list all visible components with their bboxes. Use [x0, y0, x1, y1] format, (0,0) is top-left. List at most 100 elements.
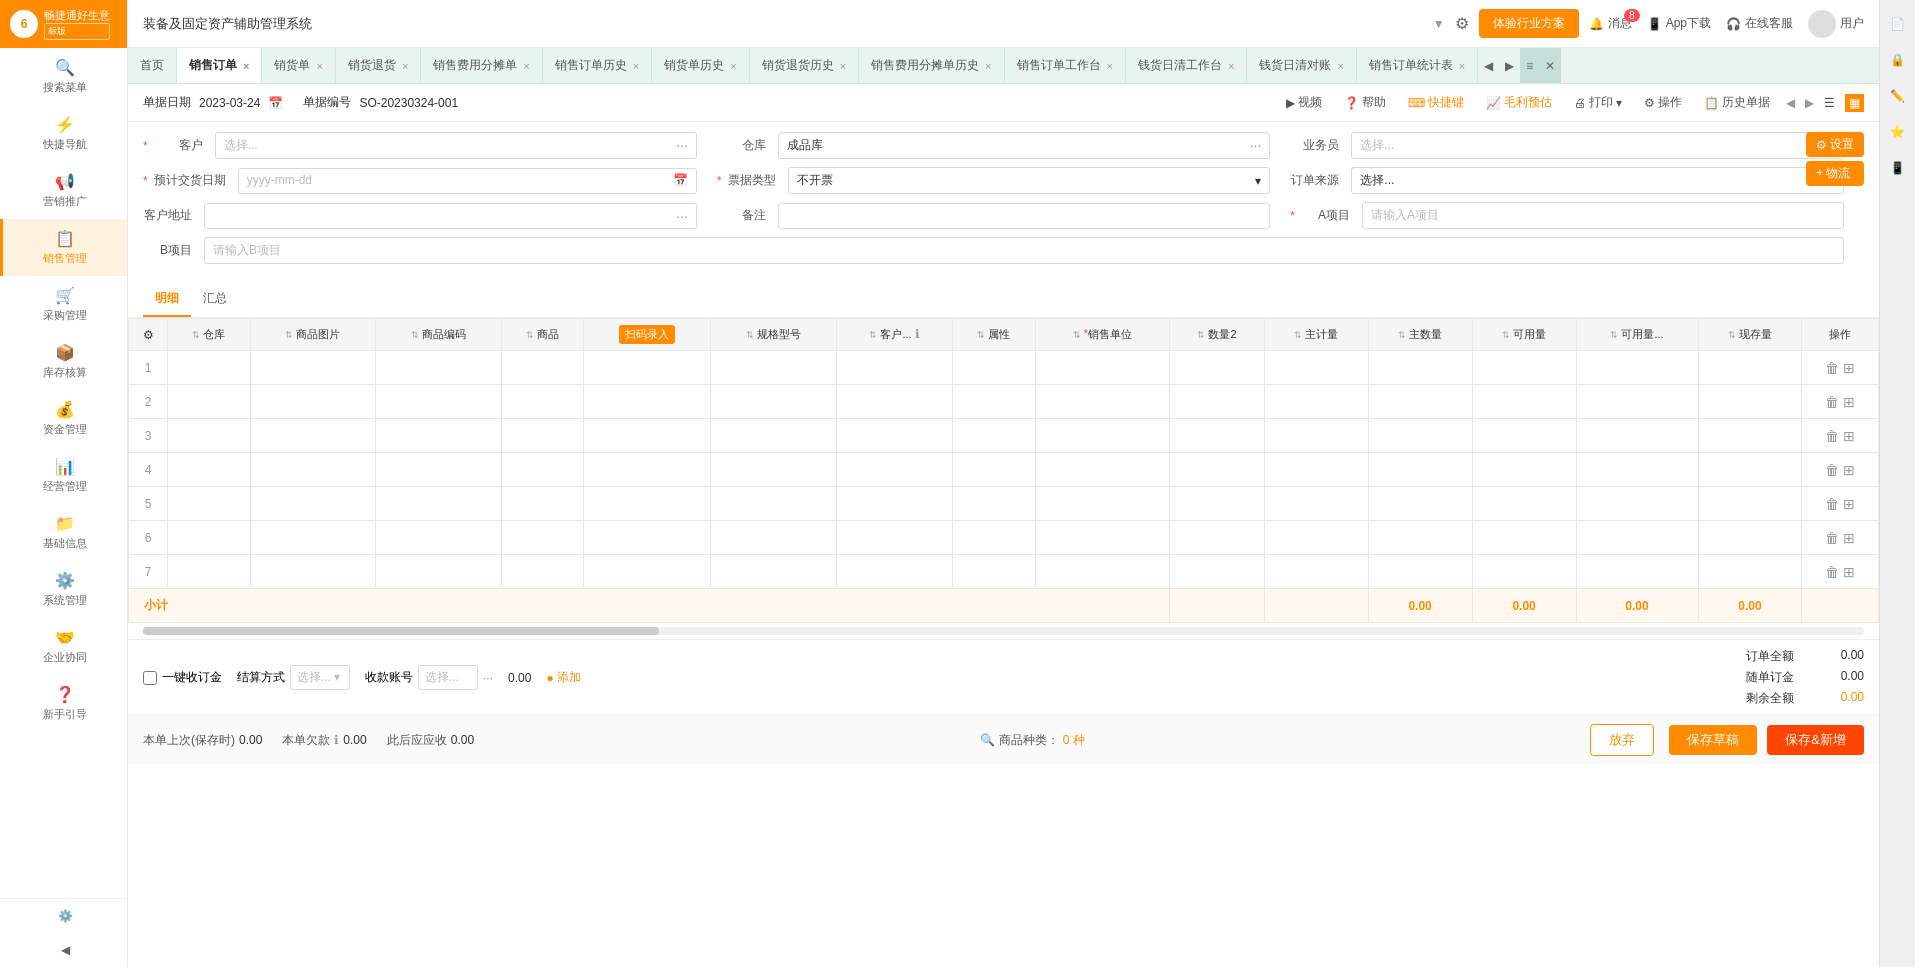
- ticket-select[interactable]: 不开票 ▾: [788, 167, 1270, 194]
- sidebar-item-basic[interactable]: 📁 基础信息: [0, 504, 127, 561]
- tab-fee-history[interactable]: 销售费用分摊单历史 ×: [859, 48, 1004, 84]
- th-attr[interactable]: ⇅ 属性: [953, 319, 1035, 351]
- sidebar-settings[interactable]: ⚙️: [0, 899, 127, 933]
- online-support-item[interactable]: 🎧 在线客服: [1726, 15, 1793, 32]
- warehouse-input[interactable]: 成品库 ···: [778, 132, 1271, 159]
- prev-record-btn[interactable]: ◀: [1786, 96, 1795, 110]
- notification-item[interactable]: 🔔 8 消息: [1589, 15, 1632, 32]
- copy-icon[interactable]: ⊞: [1843, 428, 1855, 444]
- order-source-select[interactable]: 选择... ▾: [1351, 167, 1844, 194]
- b-project-input[interactable]: 请输入B项目: [204, 237, 1844, 264]
- history-btn[interactable]: 📋 历史单据: [1698, 92, 1776, 113]
- tab-order-history[interactable]: 销售订单历史 ×: [543, 48, 652, 84]
- copy-icon[interactable]: ⊞: [1843, 530, 1855, 546]
- sidebar-item-guide[interactable]: ❓ 新手引导: [0, 675, 127, 732]
- tab-fee-history-close[interactable]: ×: [985, 60, 991, 72]
- th-spec[interactable]: ⇅ 规格型号: [711, 319, 837, 351]
- delete-icon[interactable]: 🗑: [1825, 530, 1839, 546]
- th-sales-unit[interactable]: ⇅ *销售单位: [1035, 319, 1170, 351]
- th-product-image[interactable]: ⇅ 商品图片: [250, 319, 376, 351]
- tab-sales-order-close[interactable]: ×: [243, 60, 249, 72]
- one-click-checkbox[interactable]: [143, 671, 157, 685]
- product-count-val[interactable]: 0 种: [1063, 732, 1085, 749]
- th-avail2[interactable]: ⇅ 可用量...: [1576, 319, 1698, 351]
- copy-icon[interactable]: ⊞: [1843, 564, 1855, 580]
- gear-icon[interactable]: ⚙: [1455, 14, 1469, 33]
- delete-icon[interactable]: 🗑: [1825, 564, 1839, 580]
- add-payment-btn[interactable]: ● 添加: [546, 669, 580, 686]
- barcode-scan-btn[interactable]: 扫码录入: [619, 325, 675, 344]
- sidebar-item-quick[interactable]: ⚡ 快捷导航: [0, 105, 127, 162]
- customer-input[interactable]: 选择... ···: [215, 132, 697, 159]
- tab-daily-workbench[interactable]: 钱货日清工作台 ×: [1126, 48, 1247, 84]
- user-item[interactable]: 用户: [1808, 10, 1864, 38]
- calendar-icon[interactable]: 📅: [268, 96, 283, 110]
- row-customer-1[interactable]: [836, 351, 952, 385]
- discard-button[interactable]: 放弃: [1590, 724, 1654, 756]
- th-main-qty[interactable]: ⇅ 主数量: [1368, 319, 1472, 351]
- tab-home[interactable]: 首页: [128, 48, 177, 84]
- th-qty2[interactable]: ⇅ 数量2: [1170, 319, 1264, 351]
- row-code-1[interactable]: [376, 351, 502, 385]
- a-project-input[interactable]: 请输入A项目: [1362, 202, 1844, 229]
- rs-doc-icon[interactable]: 📄: [1884, 10, 1912, 38]
- tab-prev-btn[interactable]: ◀: [1478, 48, 1499, 84]
- payment-method-select[interactable]: 选择... ▾: [290, 665, 350, 690]
- row-main-qty-1[interactable]: [1368, 351, 1472, 385]
- row-unit-1[interactable]: [1035, 351, 1170, 385]
- operation-btn[interactable]: ⚙ 操作: [1638, 92, 1688, 113]
- next-record-btn[interactable]: ▶: [1805, 96, 1814, 110]
- tab-more-btn[interactable]: ≡: [1520, 48, 1539, 84]
- print-btn[interactable]: 🖨 打印 ▾: [1568, 92, 1628, 113]
- settings-button[interactable]: ⚙ 设置: [1806, 132, 1864, 157]
- tab-goods-history[interactable]: 销货单历史 ×: [652, 48, 749, 84]
- tab-order-stats-close[interactable]: ×: [1459, 60, 1465, 72]
- tab-detail[interactable]: 明细: [143, 282, 191, 317]
- copy-icon[interactable]: ⊞: [1843, 360, 1855, 376]
- list-view-btn[interactable]: ☰: [1824, 96, 1835, 110]
- tab-sales-order[interactable]: 销售订单 ×: [177, 48, 262, 84]
- sidebar-item-stock[interactable]: 📦 库存核算: [0, 333, 127, 390]
- tab-fee-split-close[interactable]: ×: [523, 60, 529, 72]
- sidebar-item-enterprise[interactable]: 🤝 企业协同: [0, 618, 127, 675]
- th-main-unit[interactable]: ⇅ 主计量: [1264, 319, 1368, 351]
- row-warehouse-1[interactable]: [168, 351, 250, 385]
- salesperson-input[interactable]: 选择... ···: [1351, 132, 1844, 159]
- tab-sales-return-close[interactable]: ×: [402, 60, 408, 72]
- save-draft-button[interactable]: 保存草稿: [1669, 725, 1757, 755]
- tab-goods-history-close[interactable]: ×: [730, 60, 736, 72]
- th-avail[interactable]: ⇅ 可用量: [1472, 319, 1576, 351]
- sidebar-item-search[interactable]: 🔍 搜索菜单: [0, 48, 127, 105]
- tab-daily-workbench-close[interactable]: ×: [1228, 60, 1234, 72]
- tab-order-stats[interactable]: 销售订单统计表 ×: [1357, 48, 1478, 84]
- tab-sales-goods-close[interactable]: ×: [316, 60, 322, 72]
- delete-icon[interactable]: 🗑: [1825, 496, 1839, 512]
- delete-icon[interactable]: 🗑: [1825, 394, 1839, 410]
- tab-sales-return[interactable]: 销货退货 ×: [336, 48, 421, 84]
- app-download-item[interactable]: 📱 App下载: [1647, 15, 1711, 32]
- grid-view-btn[interactable]: ▦: [1845, 94, 1864, 112]
- tab-return-history[interactable]: 销货退货历史 ×: [750, 48, 859, 84]
- save-new-button[interactable]: 保存&新增: [1767, 725, 1864, 755]
- sidebar-collapse[interactable]: ◀: [0, 933, 127, 967]
- th-barcode[interactable]: 扫码录入: [584, 319, 711, 351]
- rs-phone-icon[interactable]: 📱: [1884, 154, 1912, 182]
- row-qty2-1[interactable]: [1170, 351, 1264, 385]
- th-customer[interactable]: ⇅ 客户... ℹ: [836, 319, 952, 351]
- logistics-button[interactable]: + 物流: [1806, 161, 1864, 186]
- rs-star-icon[interactable]: ⭐: [1884, 118, 1912, 146]
- notes-input[interactable]: [778, 203, 1271, 229]
- th-product-code[interactable]: ⇅ 商品编码: [376, 319, 502, 351]
- view-video-btn[interactable]: ▶ 视频: [1280, 92, 1328, 113]
- th-current[interactable]: ⇅ 现存量: [1698, 319, 1802, 351]
- number-value[interactable]: SO-20230324-001: [359, 96, 458, 110]
- delete-icon[interactable]: 🗑: [1825, 360, 1839, 376]
- tab-order-workbench-close[interactable]: ×: [1107, 60, 1113, 72]
- tab-order-history-close[interactable]: ×: [633, 60, 639, 72]
- row-spec-1[interactable]: [711, 351, 837, 385]
- rs-lock-icon[interactable]: 🔒: [1884, 46, 1912, 74]
- rs-edit-icon[interactable]: ✏️: [1884, 82, 1912, 110]
- copy-icon[interactable]: ⊞: [1843, 496, 1855, 512]
- th-warehouse[interactable]: ⇅ 仓库: [168, 319, 250, 351]
- row-product-1[interactable]: [501, 351, 583, 385]
